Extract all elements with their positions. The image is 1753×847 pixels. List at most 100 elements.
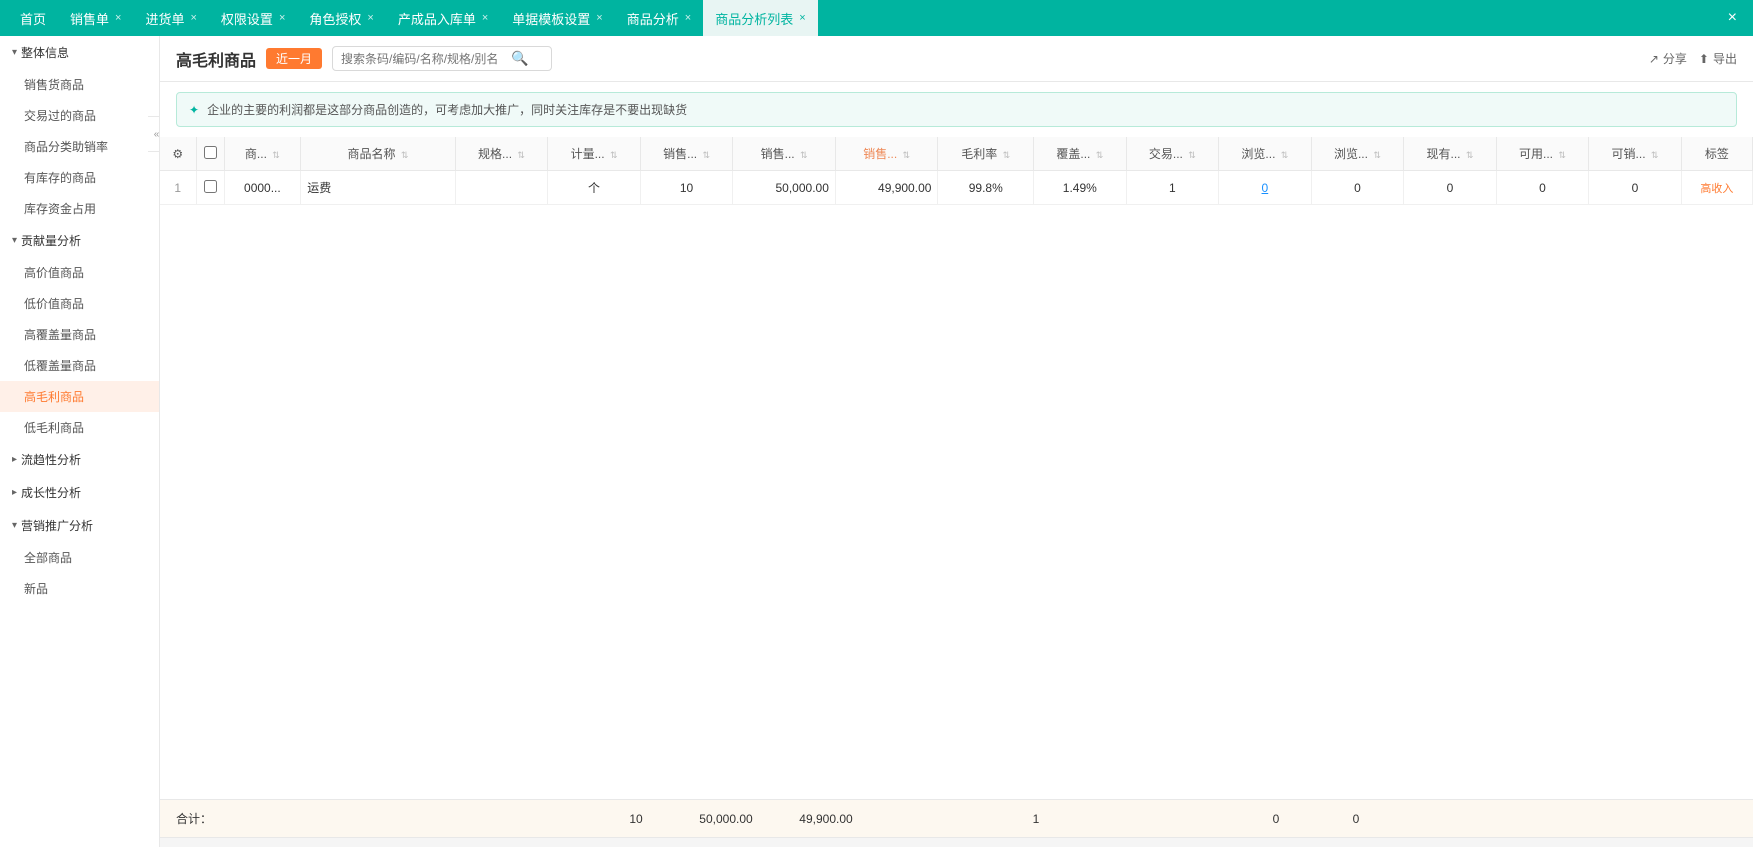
close-purchase-order[interactable]: × [190, 12, 196, 24]
export-button[interactable]: ⬆ 导出 [1699, 50, 1737, 67]
close-product-analysis-list[interactable]: × [799, 12, 805, 24]
col-browse2[interactable]: 浏览... ⇅ [1311, 137, 1404, 171]
sort-icon-unit: ⇅ [610, 150, 618, 161]
sidebar-item-high-margin[interactable]: 高毛利商品 [0, 381, 159, 412]
table-container[interactable]: ⚙ 商... ⇅ 商品名称 ⇅ [160, 137, 1753, 799]
sidebar-group-growth[interactable]: ▸ 成长性分析 [0, 476, 159, 509]
col-sale-amount[interactable]: 销售... ⇅ [733, 137, 836, 171]
cell-browse2: 0 [1311, 171, 1404, 205]
row-checkbox[interactable] [204, 180, 217, 193]
sidebar-item-inventory-capital[interactable]: 库存资金占用 [0, 193, 159, 224]
sort-icon-spec: ⇅ [517, 150, 525, 161]
col-settings[interactable]: ⚙ [160, 137, 196, 171]
nav-role-auth[interactable]: 角色授权 × [297, 0, 385, 36]
cell-current-stock: 0 [1404, 171, 1497, 205]
sidebar-item-low-coverage[interactable]: 低覆盖量商品 [0, 350, 159, 381]
col-sale-profit[interactable]: 销售... ⇅ [835, 137, 938, 171]
footer-browse1 [1076, 812, 1156, 826]
sidebar-item-high-coverage[interactable]: 高覆盖量商品 [0, 319, 159, 350]
window-close-button[interactable]: × [1720, 9, 1745, 27]
chevron-right-icon-2: ▸ [12, 487, 17, 498]
cell-coverage: 1.49% [1034, 171, 1127, 205]
cell-sale-qty: 10 [640, 171, 733, 205]
sidebar-group-overall[interactable]: ▾ 整体信息 [0, 36, 159, 69]
sort-icon-current-stock: ⇅ [1466, 150, 1474, 161]
nav-product-analysis[interactable]: 商品分析 × [615, 0, 703, 36]
col-sale-qty[interactable]: 销售... ⇅ [640, 137, 733, 171]
nav-home[interactable]: 首页 [8, 0, 58, 36]
sort-icon-sale-amount: ⇅ [800, 150, 808, 161]
cell-browse1[interactable]: 0 [1219, 171, 1312, 205]
sidebar-item-in-stock-goods[interactable]: 有库存的商品 [0, 162, 159, 193]
col-trade[interactable]: 交易... ⇅ [1126, 137, 1219, 171]
top-navigation: 首页 销售单 × 进货单 × 权限设置 × 角色授权 × 产成品入库单 × 单据… [0, 0, 1753, 36]
sidebar-collapse-button[interactable]: « [148, 116, 160, 152]
nav-purchase-order[interactable]: 进货单 × [133, 0, 208, 36]
sort-icon-name: ⇅ [401, 150, 409, 161]
sidebar-group-marketing[interactable]: ▾ 营销推广分析 [0, 509, 159, 542]
search-icon[interactable]: 🔍 [511, 50, 528, 67]
sidebar-group-trend[interactable]: ▸ 流趋性分析 [0, 443, 159, 476]
share-button[interactable]: ↗ 分享 [1649, 50, 1687, 67]
sidebar-group-contribution[interactable]: ▾ 贡献量分析 [0, 224, 159, 257]
sort-icon-saleable: ⇅ [1651, 150, 1659, 161]
nav-permission-settings[interactable]: 权限设置 × [209, 0, 297, 36]
search-box[interactable]: 🔍 [332, 46, 552, 71]
share-icon: ↗ [1649, 52, 1659, 66]
tag-label: 高收入 [1700, 183, 1733, 195]
content-header: 高毛利商品 近一月 🔍 ↗ 分享 ⬆ 导出 [160, 36, 1753, 82]
sidebar-item-new-goods[interactable]: 新品 [0, 573, 159, 604]
close-permission-settings[interactable]: × [279, 12, 285, 24]
col-current-stock[interactable]: 现有... ⇅ [1404, 137, 1497, 171]
period-button[interactable]: 近一月 [266, 48, 322, 69]
sidebar-item-category-sale-rate[interactable]: 商品分类助销率 [0, 131, 159, 162]
footer-current-stock: 0 [1236, 812, 1316, 826]
col-name[interactable]: 商品名称 ⇅ [301, 137, 455, 171]
cell-code: 0000... [224, 171, 301, 205]
cell-unit: 个 [548, 171, 641, 205]
nav-product-analysis-list[interactable]: 商品分析列表 × [703, 0, 817, 36]
sidebar-item-high-value[interactable]: 高价值商品 [0, 257, 159, 288]
search-input[interactable] [341, 52, 511, 66]
col-tag[interactable]: 标签 [1681, 137, 1752, 171]
close-sales-order[interactable]: × [115, 12, 121, 24]
chevron-right-icon: ▸ [12, 454, 17, 465]
footer-spacer [256, 812, 596, 826]
sidebar-item-all-goods[interactable]: 全部商品 [0, 542, 159, 573]
sidebar-item-sales-goods[interactable]: 销售货商品 [0, 69, 159, 100]
col-spec[interactable]: 规格... ⇅ [455, 137, 548, 171]
chevron-down-icon-2: ▾ [12, 235, 17, 246]
nav-template-settings[interactable]: 单据模板设置 × [500, 0, 614, 36]
col-code[interactable]: 商... ⇅ [224, 137, 301, 171]
col-saleable[interactable]: 可销... ⇅ [1589, 137, 1682, 171]
export-icon: ⬆ [1699, 52, 1709, 66]
close-role-auth[interactable]: × [367, 12, 373, 24]
col-checkbox[interactable] [196, 137, 224, 171]
col-coverage[interactable]: 覆盖... ⇅ [1034, 137, 1127, 171]
select-all-checkbox[interactable] [204, 146, 217, 159]
col-browse1[interactable]: 浏览... ⇅ [1219, 137, 1312, 171]
sidebar-item-low-margin[interactable]: 低毛利商品 [0, 412, 159, 443]
cell-trade: 1 [1126, 171, 1219, 205]
close-product-inbound[interactable]: × [482, 12, 488, 24]
col-available[interactable]: 可用... ⇅ [1496, 137, 1589, 171]
nav-product-inbound[interactable]: 产成品入库单 × [386, 0, 500, 36]
cell-checkbox[interactable] [196, 171, 224, 205]
nav-sales-order[interactable]: 销售单 × [58, 0, 133, 36]
sort-icon-trade: ⇅ [1188, 150, 1196, 161]
footer-coverage2 [936, 812, 996, 826]
cell-sale-amount: 50,000.00 [733, 171, 836, 205]
sort-icon-sale-qty: ⇅ [702, 150, 710, 161]
close-template-settings[interactable]: × [596, 12, 602, 24]
close-product-analysis[interactable]: × [685, 12, 691, 24]
col-margin-rate[interactable]: 毛利率 ⇅ [938, 137, 1034, 171]
sort-icon-browse2: ⇅ [1373, 150, 1381, 161]
cell-name: 运费 [301, 171, 455, 205]
settings-icon: ⚙ [172, 147, 183, 161]
sidebar-item-traded-goods[interactable]: 交易过的商品 [0, 100, 159, 131]
sidebar-item-low-value[interactable]: 低价值商品 [0, 288, 159, 319]
footer-available: 0 [1316, 812, 1396, 826]
horizontal-scrollbar[interactable] [160, 837, 1753, 847]
sort-icon-code: ⇅ [272, 150, 280, 161]
col-unit[interactable]: 计量... ⇅ [548, 137, 641, 171]
